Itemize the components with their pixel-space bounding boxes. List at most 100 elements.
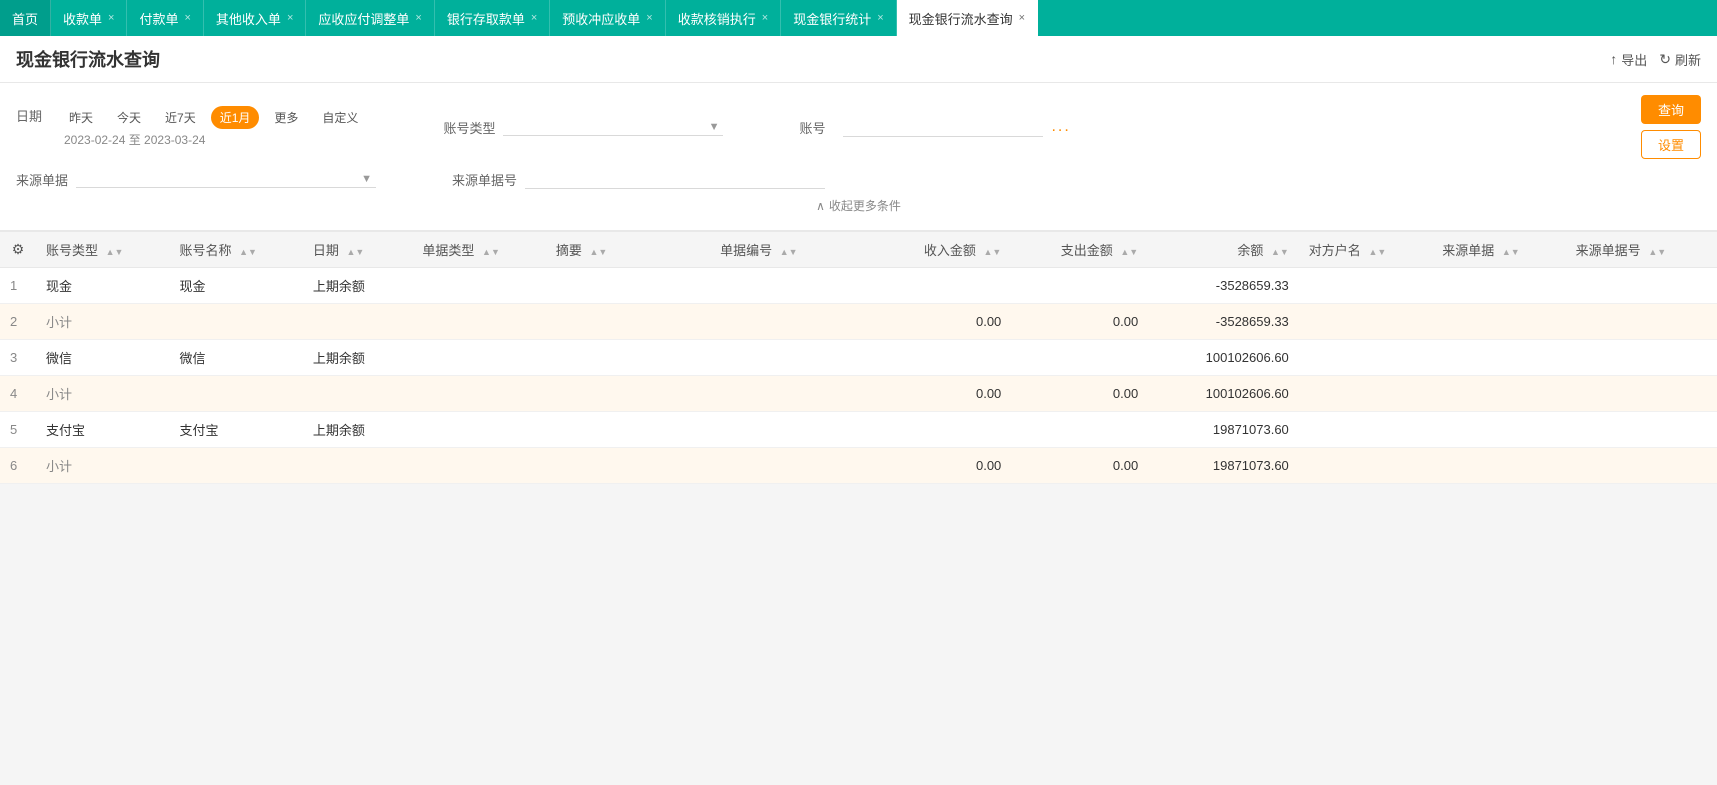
close-icon[interactable]: × [1019, 12, 1025, 24]
cell-account_name: 支付宝 [169, 412, 302, 448]
nav-tab-shoukuan[interactable]: 收款单 × [51, 0, 127, 36]
cell-counterparty [1299, 412, 1432, 448]
cell-summary [546, 304, 710, 340]
nav-tab-adjust[interactable]: 应收应付调整单 × [306, 0, 434, 36]
nav-tab-verify[interactable]: 收款核销执行 × [666, 0, 781, 36]
filter-actions: 查询 设置 [1641, 95, 1701, 159]
cell-balance: 19871073.60 [1148, 412, 1299, 448]
filter-row-source: 来源单据 ▼ 来源单据号 [16, 169, 1701, 189]
nav-tab-fukuan[interactable]: 付款单 × [127, 0, 203, 36]
table-container: ⚙ 账号类型 ▲▼ 账号名称 ▲▼ 日期 ▲▼ 单据类型 ▲▼ [0, 231, 1717, 484]
sort-arrows-expense[interactable]: ▲▼ [1120, 248, 1138, 257]
close-icon[interactable]: × [287, 12, 293, 24]
query-button[interactable]: 查询 [1641, 95, 1701, 124]
cell-source_doc_no [1566, 340, 1717, 376]
page-title: 现金银行流水查询 [16, 46, 160, 72]
sort-arrows-balance[interactable]: ▲▼ [1271, 248, 1289, 257]
date-btn-yesterday[interactable]: 昨天 [60, 106, 102, 129]
date-btn-1month[interactable]: 近1月 [211, 106, 260, 129]
close-icon[interactable]: × [184, 12, 190, 24]
cell-account_type: 支付宝 [36, 412, 169, 448]
cell-balance: -3528659.33 [1148, 268, 1299, 304]
th-settings[interactable]: ⚙ [0, 232, 36, 268]
cell-date [303, 304, 413, 340]
th-source-doc: 来源单据 ▲▼ [1432, 232, 1565, 268]
cell-doc_no [710, 268, 874, 304]
cell-date: 上期余额 [303, 268, 413, 304]
account-input[interactable] [843, 117, 1043, 137]
cell-income: 0.00 [874, 376, 1011, 412]
close-icon[interactable]: × [108, 12, 114, 24]
cell-account_type: 小计 [36, 448, 169, 484]
close-icon[interactable]: × [762, 12, 768, 24]
date-btn-custom[interactable]: 自定义 [313, 106, 367, 129]
cell-doc_no [710, 376, 874, 412]
cell-account_name: 现金 [169, 268, 302, 304]
cell-expense: 0.00 [1011, 304, 1148, 340]
sort-arrows-date[interactable]: ▲▼ [347, 248, 365, 257]
close-icon[interactable]: × [877, 12, 883, 24]
th-date: 日期 ▲▼ [303, 232, 413, 268]
date-btn-7days[interactable]: 近7天 [156, 106, 205, 129]
cell-date: 上期余额 [303, 340, 413, 376]
source-doc-label: 来源单据 [16, 170, 68, 189]
source-doc-no-input[interactable] [525, 169, 825, 189]
close-icon[interactable]: × [415, 12, 421, 24]
cell-account_name [169, 376, 302, 412]
nav-tab-bank-deposit[interactable]: 银行存取款单 × [435, 0, 550, 36]
export-button[interactable]: ↑ 导出 [1610, 50, 1647, 69]
gear-icon[interactable]: ⚙ [12, 241, 25, 257]
nav-tab-label: 收款核销执行 [678, 9, 756, 28]
sort-arrows-counterparty[interactable]: ▲▼ [1368, 248, 1386, 257]
settings-button[interactable]: 设置 [1641, 130, 1701, 159]
cell-account_type: 现金 [36, 268, 169, 304]
date-range-display: 2023-02-24 至 2023-03-24 [64, 131, 367, 148]
cell-no: 2 [0, 304, 36, 340]
cell-doc_type [412, 340, 545, 376]
th-counterparty: 对方户名 ▲▼ [1299, 232, 1432, 268]
date-btn-more[interactable]: 更多 [265, 106, 307, 129]
cell-date [303, 448, 413, 484]
sort-arrows-account-name[interactable]: ▲▼ [239, 248, 257, 257]
nav-tab-label: 现金银行统计 [793, 9, 871, 28]
account-ellipsis[interactable]: ... [1051, 118, 1070, 136]
account-type-label: 账号类型 [443, 118, 495, 137]
sort-arrows-doc-no[interactable]: ▲▼ [780, 248, 798, 257]
cell-doc_no [710, 340, 874, 376]
nav-tab-prepaid[interactable]: 预收冲应收单 × [550, 0, 665, 36]
sort-arrows-source[interactable]: ▲▼ [1502, 248, 1520, 257]
cell-expense [1011, 268, 1148, 304]
nav-tab-other-income[interactable]: 其他收入单 × [204, 0, 306, 36]
th-account-type: 账号类型 ▲▼ [36, 232, 169, 268]
sort-arrows-account-type[interactable]: ▲▼ [106, 248, 124, 257]
data-table: ⚙ 账号类型 ▲▼ 账号名称 ▲▼ 日期 ▲▼ 单据类型 ▲▼ [0, 231, 1717, 484]
account-type-select[interactable]: ▼ [503, 119, 723, 136]
nav-tab-label: 其他收入单 [216, 9, 281, 28]
cell-account_name: 微信 [169, 340, 302, 376]
sort-arrows-source-no[interactable]: ▲▼ [1648, 248, 1666, 257]
refresh-button[interactable]: ↻ 刷新 [1659, 50, 1701, 69]
source-doc-arrow-icon: ▼ [361, 173, 372, 185]
cell-source_doc [1432, 412, 1565, 448]
cell-balance: -3528659.33 [1148, 304, 1299, 340]
nav-home[interactable]: 首页 [0, 0, 51, 36]
cell-source_doc_no [1566, 268, 1717, 304]
sort-arrows-doc-type[interactable]: ▲▼ [482, 248, 500, 257]
source-doc-select[interactable]: ▼ [76, 171, 376, 188]
date-btn-today[interactable]: 今天 [108, 106, 150, 129]
sort-arrows-income[interactable]: ▲▼ [983, 248, 1001, 257]
collapse-bar[interactable]: ∧ 收起更多条件 [16, 193, 1701, 218]
cell-income [874, 340, 1011, 376]
cell-summary [546, 448, 710, 484]
close-icon[interactable]: × [646, 12, 652, 24]
th-summary: 摘要 ▲▼ [546, 232, 710, 268]
th-source-doc-no: 来源单据号 ▲▼ [1566, 232, 1717, 268]
cell-doc_no [710, 448, 874, 484]
nav-tab-label: 收款单 [63, 9, 102, 28]
nav-tab-flow[interactable]: 现金银行流水查询 × [897, 0, 1038, 36]
nav-tab-stats[interactable]: 现金银行统计 × [781, 0, 896, 36]
nav-tab-label: 现金银行流水查询 [909, 9, 1013, 28]
cell-account_name [169, 448, 302, 484]
sort-arrows-summary[interactable]: ▲▼ [589, 248, 607, 257]
close-icon[interactable]: × [531, 12, 537, 24]
